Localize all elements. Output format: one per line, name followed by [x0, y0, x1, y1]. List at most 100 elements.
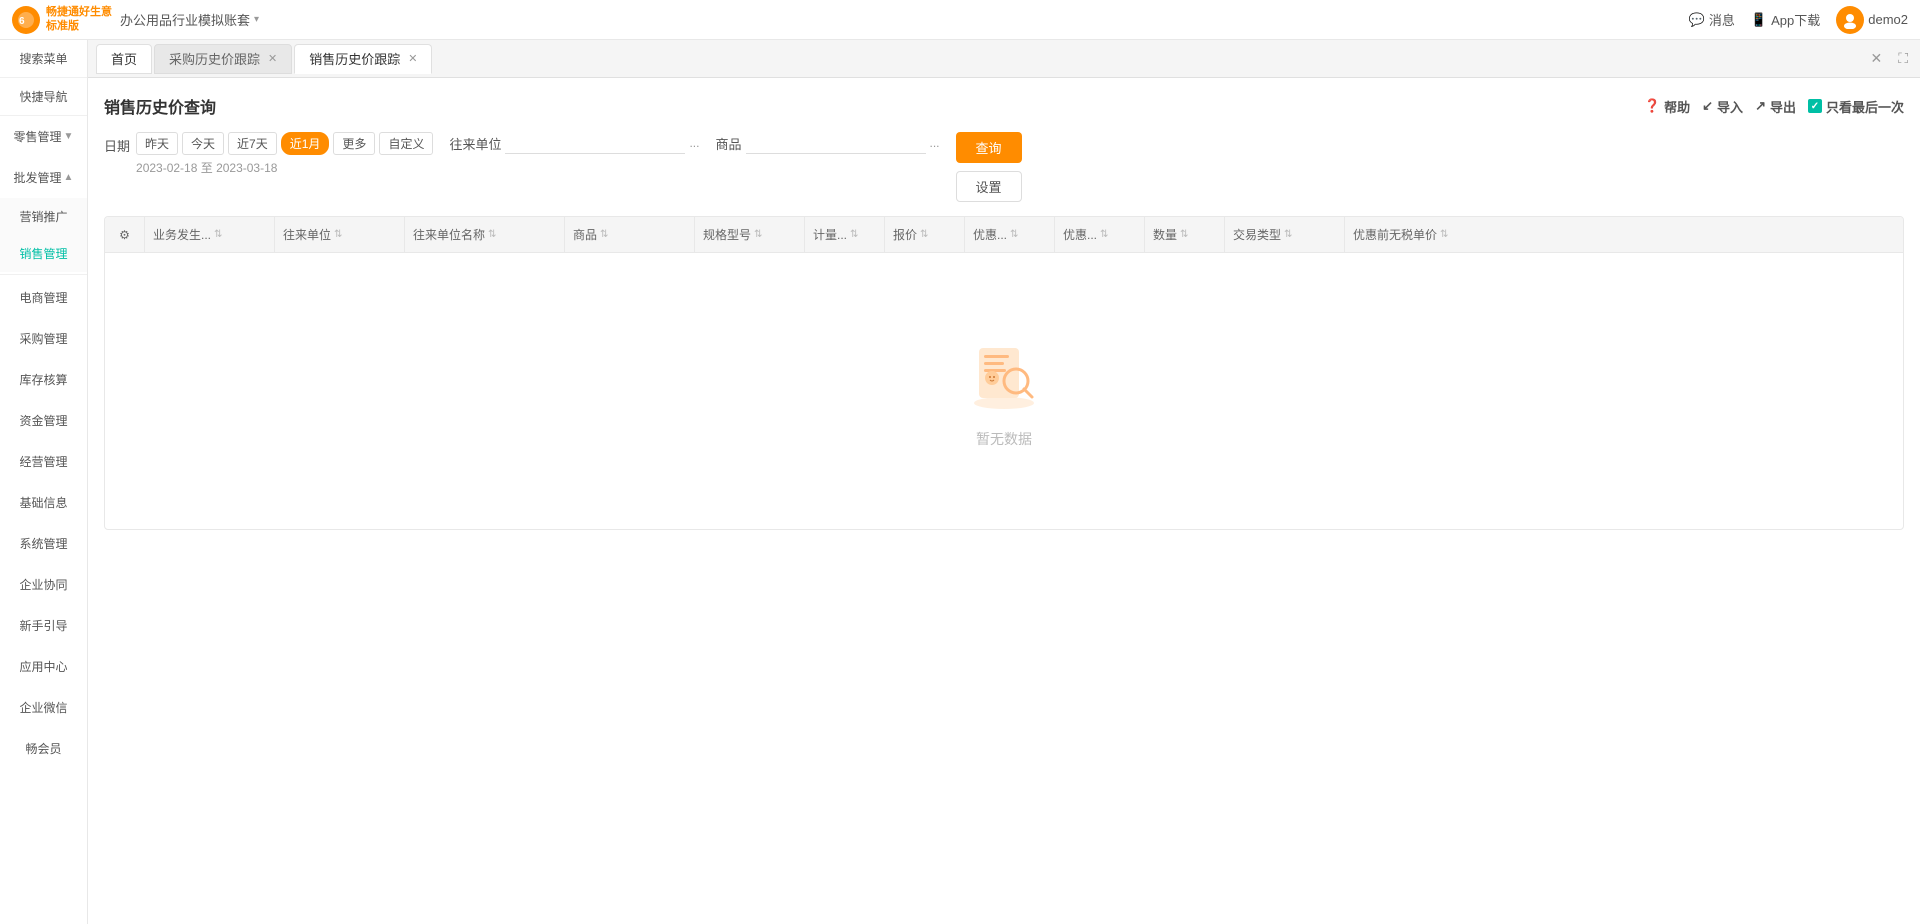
content-area: 首页 采购历史价跟踪 ✕ 销售历史价跟踪 ✕ ✕ ⛶ 销售历史价查询	[88, 40, 1920, 924]
th-goods-sort-icon[interactable]: ⇅	[600, 229, 608, 240]
sidebar-item-ecommerce[interactable]: 电商管理	[0, 277, 87, 318]
goods-input[interactable]	[746, 132, 926, 154]
tab-home[interactable]: 首页	[96, 44, 152, 74]
goods-filter-label: 商品	[715, 134, 741, 153]
th-trade-type-sort-icon[interactable]: ⇅	[1284, 229, 1292, 240]
th-discount1-sort-icon[interactable]: ⇅	[1010, 229, 1018, 240]
date-btn-last7[interactable]: 近7天	[228, 132, 277, 155]
sidebar-item-marketing[interactable]: 营销推广	[0, 198, 87, 235]
sidebar-item-member[interactable]: 畅会员	[0, 728, 87, 769]
tab-bar-actions: ✕ ⛶	[1866, 46, 1912, 71]
export-icon: ↗	[1755, 98, 1766, 114]
svg-text:6: 6	[19, 16, 25, 27]
tab-purchase-history[interactable]: 采购历史价跟踪 ✕	[154, 44, 292, 74]
message-icon: 💬	[1689, 12, 1705, 28]
wechat-label: 企业微信	[19, 699, 67, 716]
th-unit: 计量... ⇅	[805, 217, 885, 252]
app-icon: 📱	[1751, 12, 1767, 28]
gear-icon[interactable]: ⚙	[119, 228, 130, 242]
tab-maximize-button[interactable]: ⛶	[1894, 46, 1912, 71]
tab-close-all-button[interactable]: ✕	[1866, 46, 1886, 71]
partner-input[interactable]	[505, 132, 685, 154]
filter-date-group: 日期 昨天 今天 近7天 近1月 更多 自定义 2023-02-18 至 202…	[104, 132, 433, 176]
appstore-label: 应用中心	[19, 658, 67, 675]
sidebar-item-search-menu[interactable]: 搜索菜单	[0, 40, 87, 78]
tab-purchase-label: 采购历史价跟踪	[169, 49, 260, 68]
th-discount2-sort-icon[interactable]: ⇅	[1100, 229, 1108, 240]
main-layout: 搜索菜单 快捷导航 零售管理 ▼ 批发管理 ▲ 营销推广 销售管理 电商管理 采…	[0, 40, 1920, 924]
th-price: 报价 ⇅	[885, 217, 965, 252]
th-biz-sort-icon[interactable]: ⇅	[214, 229, 222, 240]
date-btn-last1m[interactable]: 近1月	[281, 132, 330, 155]
sidebar-item-guide[interactable]: 新手引导	[0, 605, 87, 646]
sidebar-divider	[0, 274, 87, 275]
enterprise-label: 企业协同	[19, 576, 67, 593]
date-btn-more[interactable]: 更多	[333, 132, 375, 155]
date-btn-yesterday[interactable]: 昨天	[136, 132, 178, 155]
date-btn-custom[interactable]: 自定义	[379, 132, 433, 155]
th-trade-type: 交易类型 ⇅	[1225, 217, 1345, 252]
goods-dots-button[interactable]: ...	[930, 136, 940, 150]
partner-dots-button[interactable]: ...	[689, 136, 699, 150]
help-button[interactable]: ❓ 帮助	[1644, 97, 1690, 116]
export-button[interactable]: ↗ 导出	[1755, 97, 1796, 116]
th-gear[interactable]: ⚙	[105, 217, 145, 252]
sidebar-item-purchase[interactable]: 采购管理	[0, 318, 87, 359]
sidebar-item-basic[interactable]: 基础信息	[0, 482, 87, 523]
th-partner-name-label: 往来单位名称	[413, 226, 485, 243]
finance-label: 资金管理	[19, 412, 67, 429]
page-title-actions: ❓ 帮助 ↙ 导入 ↗ 导出 只看最后一次	[1644, 97, 1904, 116]
th-price-sort-icon[interactable]: ⇅	[920, 229, 928, 240]
date-filter-label: 日期	[104, 132, 130, 155]
user-avatar-area[interactable]: demo2	[1836, 6, 1908, 34]
sidebar-item-enterprise[interactable]: 企业协同	[0, 564, 87, 605]
basic-label: 基础信息	[19, 494, 67, 511]
sidebar-item-wechat[interactable]: 企业微信	[0, 687, 87, 728]
sidebar-item-sales[interactable]: 销售管理	[0, 235, 87, 272]
tab-sales-close-icon[interactable]: ✕	[408, 52, 417, 65]
tab-sales-history[interactable]: 销售历史价跟踪 ✕	[294, 44, 432, 74]
th-partner-id: 往来单位 ⇅	[275, 217, 405, 252]
sidebar-item-system[interactable]: 系统管理	[0, 523, 87, 564]
empty-icon	[954, 333, 1054, 413]
settings-button[interactable]: 设置	[956, 171, 1022, 202]
top-bar-left: 6 畅捷通好生意 标准版 办公用品行业模拟账套 ▾	[12, 6, 259, 34]
th-trade-type-label: 交易类型	[1233, 226, 1281, 243]
tab-sales-label: 销售历史价跟踪	[309, 49, 400, 68]
empty-state: 暂无数据	[105, 253, 1903, 529]
th-partner-name-sort-icon[interactable]: ⇅	[488, 229, 496, 240]
th-spec-sort-icon[interactable]: ⇅	[754, 229, 762, 240]
sidebar-item-wholesale[interactable]: 批发管理 ▲	[0, 157, 87, 198]
th-qty-sort-icon[interactable]: ⇅	[1180, 229, 1188, 240]
sidebar-item-appstore[interactable]: 应用中心	[0, 646, 87, 687]
import-button[interactable]: ↙ 导入	[1702, 97, 1743, 116]
app-download-button[interactable]: 📱 App下载	[1751, 10, 1820, 29]
tab-purchase-close-icon[interactable]: ✕	[268, 52, 277, 65]
logo-area: 6 畅捷通好生意 标准版	[12, 6, 112, 34]
member-label: 畅会员	[25, 740, 61, 757]
th-partner-id-sort-icon[interactable]: ⇅	[334, 229, 342, 240]
sidebar-item-inventory[interactable]: 库存核算	[0, 359, 87, 400]
quick-nav-label: 快捷导航	[4, 88, 83, 105]
th-pre-tax-sort-icon[interactable]: ⇅	[1440, 229, 1448, 240]
partner-filter-label: 往来单位	[449, 134, 501, 153]
query-button[interactable]: 查询	[956, 132, 1022, 163]
top-bar-title[interactable]: 办公用品行业模拟账套 ▾	[120, 10, 259, 29]
page-title-bar: 销售历史价查询 ❓ 帮助 ↙ 导入 ↗ 导出	[104, 94, 1904, 118]
date-btn-row: 昨天 今天 近7天 近1月 更多 自定义	[136, 132, 433, 155]
th-pre-tax-price: 优惠前无税单价 ⇅	[1345, 217, 1903, 252]
table-header: ⚙ 业务发生... ⇅ 往来单位 ⇅ 往来单位名称 ⇅	[105, 217, 1903, 253]
only-last-checkbox[interactable]: 只看最后一次	[1808, 97, 1904, 116]
sidebar-item-retail[interactable]: 零售管理 ▼	[0, 116, 87, 157]
message-button[interactable]: 💬 消息	[1689, 10, 1735, 29]
sidebar-item-finance[interactable]: 资金管理	[0, 400, 87, 441]
dropdown-arrow-icon[interactable]: ▾	[254, 14, 259, 25]
th-spec-label: 规格型号	[703, 226, 751, 243]
sidebar-item-quick-nav[interactable]: 快捷导航	[0, 78, 87, 116]
filter-goods-field: 商品 ...	[715, 132, 939, 154]
avatar	[1836, 6, 1864, 34]
logo-text: 畅捷通好生意 标准版	[46, 6, 112, 32]
date-btn-today[interactable]: 今天	[182, 132, 224, 155]
sidebar-item-operations[interactable]: 经营管理	[0, 441, 87, 482]
th-unit-sort-icon[interactable]: ⇅	[850, 229, 858, 240]
